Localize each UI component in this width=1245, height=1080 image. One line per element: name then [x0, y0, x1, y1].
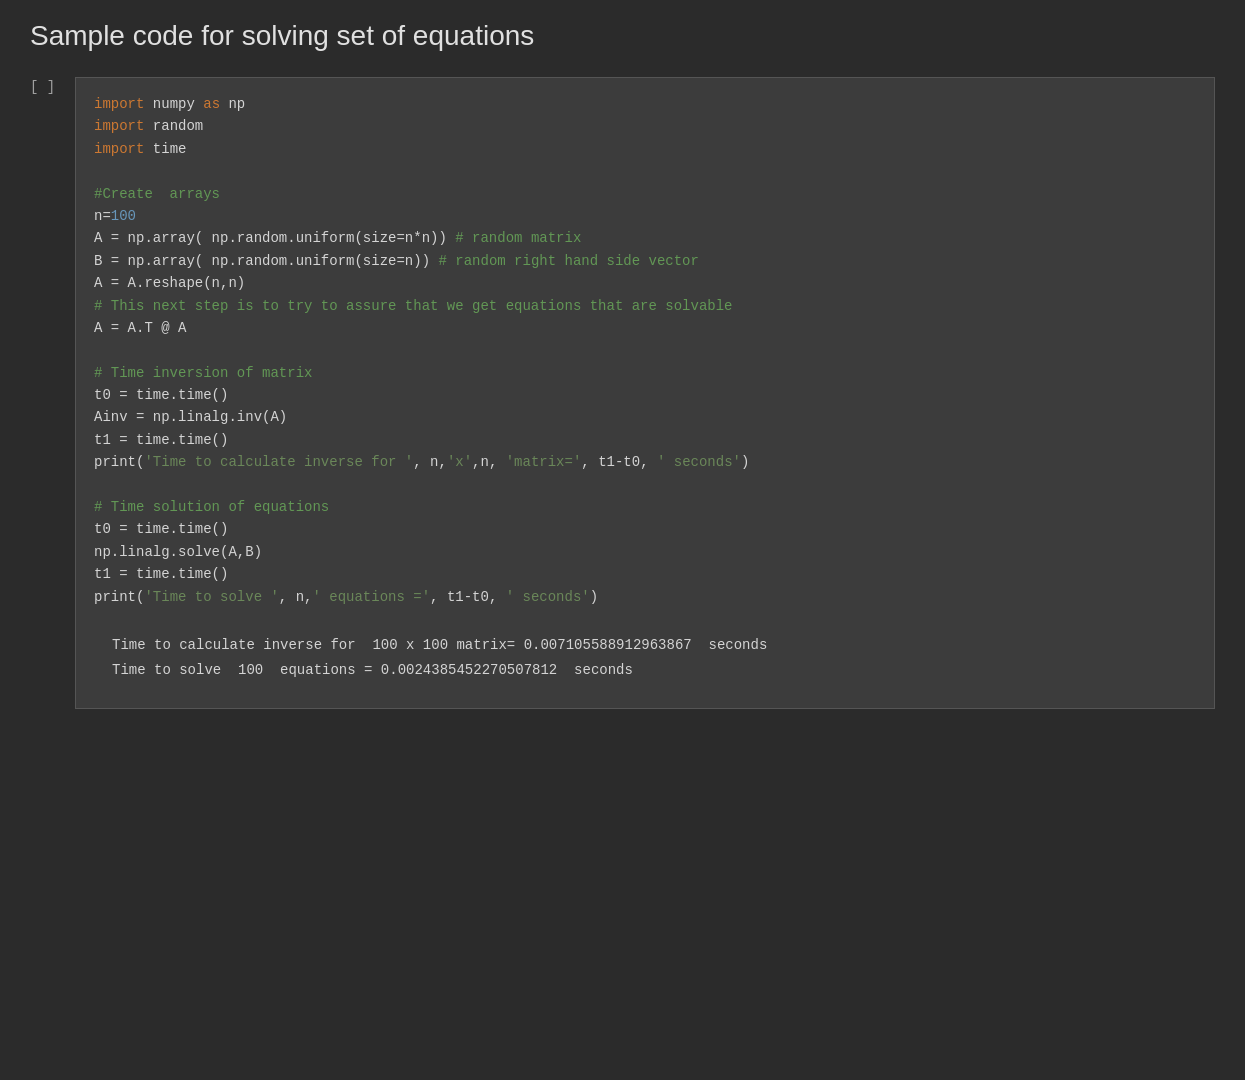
code-line-15: Ainv = np.linalg.inv(A) — [94, 406, 1196, 428]
code-line-1: import numpy as np — [94, 93, 1196, 115]
output-line-1: Time to calculate inverse for 100 x 100 … — [112, 633, 1178, 658]
code-line-14: t0 = time.time() — [94, 384, 1196, 406]
output-block: Time to calculate inverse for 100 x 100 … — [94, 623, 1196, 693]
output-line-2: Time to solve 100 equations = 0.00243854… — [112, 658, 1178, 683]
code-line-13: # Time inversion of matrix — [94, 362, 1196, 384]
code-line-20: t0 = time.time() — [94, 518, 1196, 540]
code-line-19: # Time solution of equations — [94, 496, 1196, 518]
page-title: Sample code for solving set of equations — [30, 20, 1215, 52]
code-line-22: t1 = time.time() — [94, 563, 1196, 585]
code-line-9: A = A.reshape(n,n) — [94, 272, 1196, 294]
code-line-16: t1 = time.time() — [94, 429, 1196, 451]
code-line-21: np.linalg.solve(A,B) — [94, 541, 1196, 563]
code-line-12 — [94, 339, 1196, 361]
code-line-17: print('Time to calculate inverse for ', … — [94, 451, 1196, 473]
notebook-cell: [ ] import numpy as np import random imp… — [30, 77, 1215, 709]
code-line-18 — [94, 474, 1196, 496]
code-line-11: A = A.T @ A — [94, 317, 1196, 339]
code-line-8: B = np.array( np.random.uniform(size=n))… — [94, 250, 1196, 272]
code-line-7: A = np.array( np.random.uniform(size=n*n… — [94, 227, 1196, 249]
code-line-6: n=100 — [94, 205, 1196, 227]
code-line-2: import random — [94, 115, 1196, 137]
code-block[interactable]: import numpy as np import random import … — [75, 77, 1215, 709]
code-line-4 — [94, 160, 1196, 182]
code-line-5: #Create arrays — [94, 183, 1196, 205]
code-line-23: print('Time to solve ', n,' equations ='… — [94, 586, 1196, 608]
cell-bracket: [ ] — [30, 77, 75, 95]
code-line-10: # This next step is to try to assure tha… — [94, 295, 1196, 317]
code-line-3: import time — [94, 138, 1196, 160]
